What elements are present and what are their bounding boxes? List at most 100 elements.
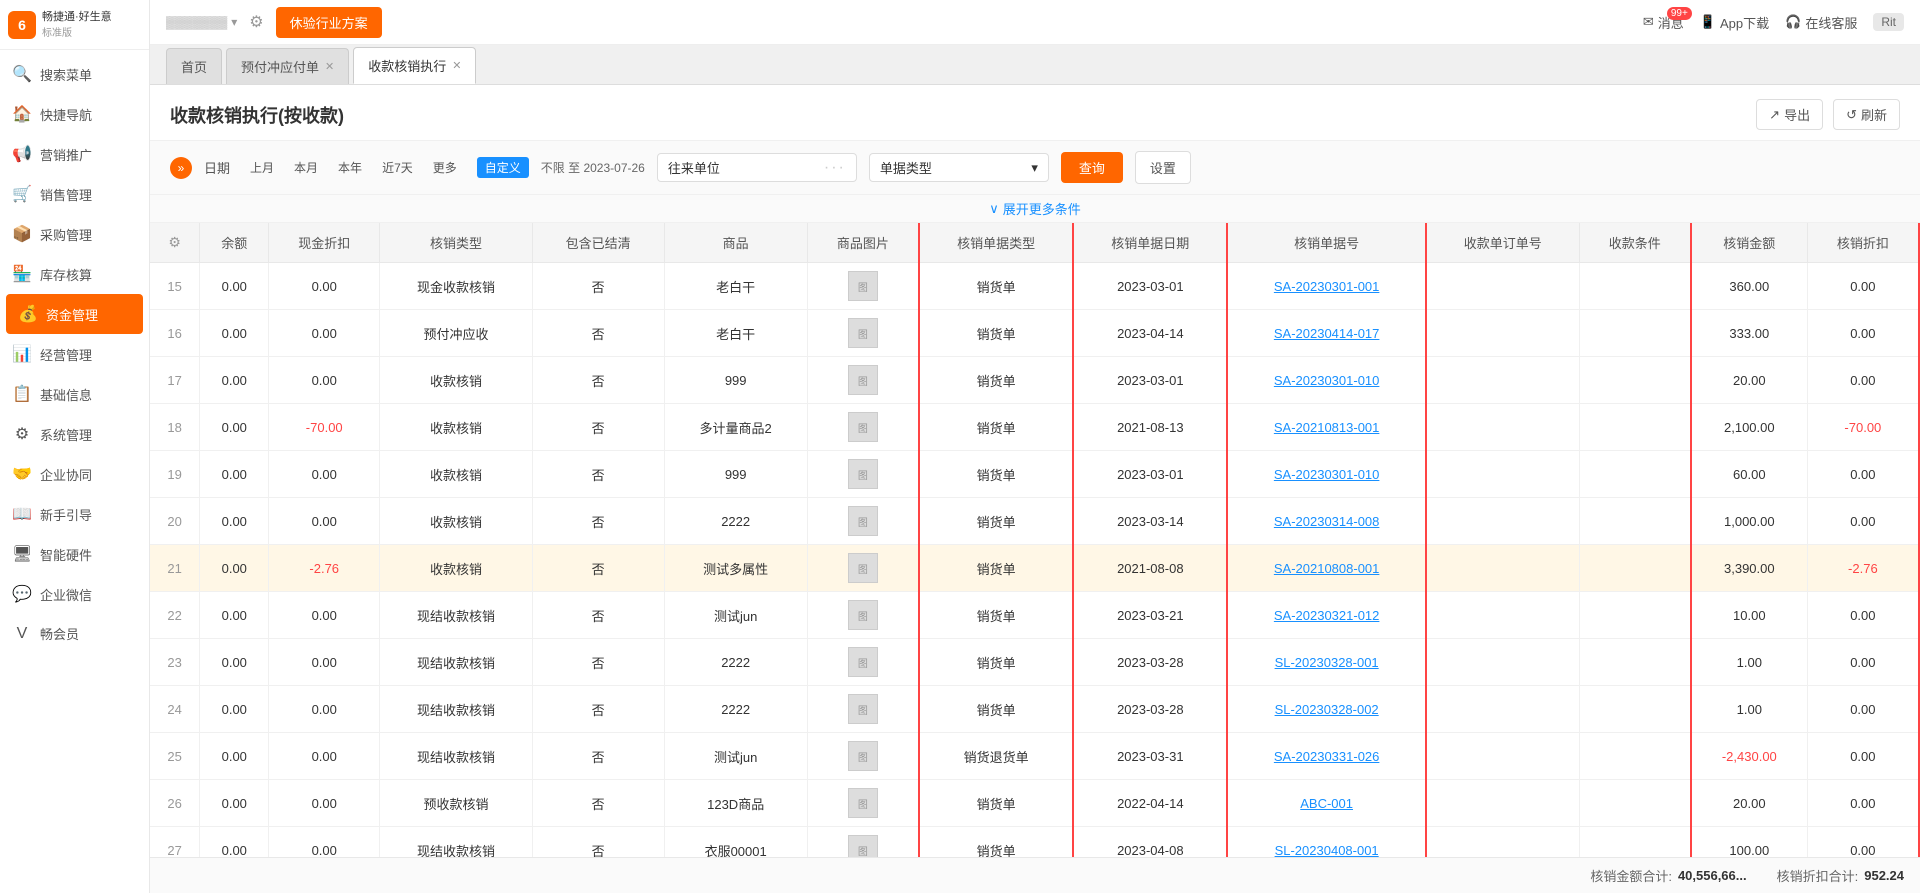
tab-bar: 首页预付冲应付单✕收款核销执行✕ [150, 45, 1920, 85]
unit-input[interactable]: 往来单位 ··· [657, 153, 857, 182]
cell-doc-no[interactable]: SL-20230328-002 [1227, 686, 1425, 733]
col-settings[interactable]: ⚙ [150, 223, 200, 263]
cell-goods-img: 图 [807, 733, 919, 780]
table-row: 24 0.00 0.00 现结收款核销 否 2222 图 销货单 2023-03… [150, 686, 1919, 733]
table-row: 19 0.00 0.00 收款核销 否 999 图 销货单 2023-03-01… [150, 451, 1919, 498]
cell-doc-no[interactable]: SA-20230331-026 [1227, 733, 1425, 780]
tab-home[interactable]: 首页 [166, 48, 222, 84]
type-select[interactable]: 单据类型 ▾ [869, 153, 1049, 182]
cell-doc-date: 2021-08-08 [1073, 545, 1227, 592]
sidebar-item-quick-nav[interactable]: 🏠快捷导航 [0, 94, 149, 134]
cell-doc-no[interactable]: SL-20230408-001 [1227, 827, 1425, 858]
sidebar-item-system[interactable]: ⚙系统管理 [0, 414, 149, 454]
cell-doc-no[interactable]: SA-20210808-001 [1227, 545, 1425, 592]
expand-filter-button[interactable]: ∨ 展开更多条件 [989, 199, 1081, 218]
goods-img: 图 [848, 506, 878, 536]
row-num: 17 [150, 357, 200, 404]
sidebar-item-operations[interactable]: 📊经营管理 [0, 334, 149, 374]
cell-receipt-cond [1579, 639, 1691, 686]
cell-cash-discount: 0.00 [269, 639, 380, 686]
cell-receipt-order [1426, 545, 1579, 592]
sidebar-item-sales[interactable]: 🛒销售管理 [0, 174, 149, 214]
cell-receipt-order [1426, 827, 1579, 858]
date-option-更多[interactable]: 更多 [425, 157, 465, 178]
cell-balance: 0.00 [200, 310, 269, 357]
tab-close-prepay[interactable]: ✕ [325, 60, 334, 73]
sidebar-label-quick-nav: 快捷导航 [40, 105, 92, 124]
cell-doc-no[interactable]: ABC-001 [1227, 780, 1425, 827]
table-row: 15 0.00 0.00 现金收款核销 否 老白干 图 销货单 2023-03-… [150, 263, 1919, 310]
sidebar-item-wechat[interactable]: 💬企业微信 [0, 574, 149, 614]
cell-doc-no[interactable]: SA-20230314-008 [1227, 498, 1425, 545]
cell-writeoff-type: 现金收款核销 [380, 263, 533, 310]
cell-doc-no[interactable]: SA-20230321-012 [1227, 592, 1425, 639]
col-receipt-cond: 收款条件 [1579, 223, 1691, 263]
workspace-selector[interactable]: ▓▓▓▓▓▓▓ ▾ [166, 15, 237, 29]
export-icon: ↗ [1769, 107, 1780, 123]
cell-doc-no[interactable]: SA-20230301-010 [1227, 451, 1425, 498]
sidebar-item-member[interactable]: V畅会员 [0, 614, 149, 653]
row-num: 18 [150, 404, 200, 451]
tab-close-receipt[interactable]: ✕ [452, 59, 461, 72]
date-option-本年[interactable]: 本年 [330, 157, 370, 178]
cell-goods-img: 图 [807, 686, 919, 733]
cell-receipt-cond [1579, 686, 1691, 733]
tab-receipt[interactable]: 收款核销执行✕ [353, 47, 476, 84]
goods-img: 图 [848, 365, 878, 395]
app-download-button[interactable]: 📱 App下载 [1700, 13, 1769, 32]
sidebar-item-marketing[interactable]: 📢营销推广 [0, 134, 149, 174]
export-button[interactable]: ↗ 导出 [1756, 99, 1823, 130]
tab-prepay[interactable]: 预付冲应付单✕ [226, 48, 349, 84]
cell-doc-no[interactable]: SA-20210813-001 [1227, 404, 1425, 451]
cell-receipt-order [1426, 780, 1579, 827]
table-container[interactable]: ⚙ 余额 现金折扣 核销类型 包含已结清 商品 商品图片 核销单据类型 核销单据… [150, 223, 1920, 857]
sidebar-item-finance[interactable]: 💰资金管理 [6, 294, 143, 334]
cell-balance: 0.00 [200, 686, 269, 733]
total-amount-value: 40,556,66... [1678, 868, 1747, 883]
sidebar-item-purchase[interactable]: 📦采购管理 [0, 214, 149, 254]
sidebar-label-marketing: 营销推广 [40, 145, 92, 164]
cell-goods: 123D商品 [664, 780, 807, 827]
cell-include-cleared: 否 [532, 592, 664, 639]
cell-doc-date: 2023-03-01 [1073, 263, 1227, 310]
cell-goods-img: 图 [807, 827, 919, 858]
cell-receipt-order [1426, 733, 1579, 780]
sidebar-label-purchase: 采购管理 [40, 225, 92, 244]
cell-goods-img: 图 [807, 592, 919, 639]
user-info[interactable]: Rit [1873, 13, 1904, 31]
headset-icon: 🎧 [1785, 14, 1801, 30]
messages-button[interactable]: ✉ 消息 99+ [1643, 13, 1684, 32]
online-service-button[interactable]: 🎧 在线客服 [1785, 13, 1857, 32]
refresh-button[interactable]: ↺ 刷新 [1833, 99, 1900, 130]
cell-receipt-cond [1579, 827, 1691, 858]
cell-doc-no[interactable]: SL-20230328-001 [1227, 639, 1425, 686]
sidebar-item-basic[interactable]: 📋基础信息 [0, 374, 149, 414]
cell-writeoff-type: 现结收款核销 [380, 733, 533, 780]
custom-date-button[interactable]: 自定义 [477, 157, 529, 178]
goods-img: 图 [848, 694, 878, 724]
sidebar-item-enterprise[interactable]: 🤝企业协同 [0, 454, 149, 494]
date-filter-label: 日期 [204, 158, 230, 177]
cell-receipt-order [1426, 263, 1579, 310]
goods-img: 图 [848, 647, 878, 677]
filter-toggle-button[interactable]: » [170, 157, 192, 179]
sidebar-item-search[interactable]: 🔍搜索菜单 [0, 54, 149, 94]
settings-icon[interactable]: ⚙ [249, 12, 263, 32]
sidebar-label-member: 畅会员 [40, 624, 79, 643]
cell-doc-no[interactable]: SA-20230301-010 [1227, 357, 1425, 404]
cell-doc-no[interactable]: SA-20230301-001 [1227, 263, 1425, 310]
date-option-上月[interactable]: 上月 [242, 157, 282, 178]
sidebar-item-guide[interactable]: 📖新手引导 [0, 494, 149, 534]
cell-doc-no[interactable]: SA-20230414-017 [1227, 310, 1425, 357]
filter-settings-button[interactable]: 设置 [1135, 151, 1191, 184]
solution-button[interactable]: 休验行业方案 [276, 7, 382, 38]
sidebar-item-hardware[interactable]: 🖥智能硬件 [0, 534, 149, 574]
workspace-name: ▓▓▓▓▓▓▓ [166, 15, 227, 29]
query-button[interactable]: 查询 [1061, 152, 1123, 183]
cell-writeoff-amount: 1.00 [1691, 686, 1807, 733]
date-option-近7天[interactable]: 近7天 [374, 157, 421, 178]
cell-writeoff-discount: 0.00 [1807, 827, 1919, 858]
sidebar-item-inventory[interactable]: 🏪库存核算 [0, 254, 149, 294]
cell-writeoff-discount: -70.00 [1807, 404, 1919, 451]
date-option-本月[interactable]: 本月 [286, 157, 326, 178]
